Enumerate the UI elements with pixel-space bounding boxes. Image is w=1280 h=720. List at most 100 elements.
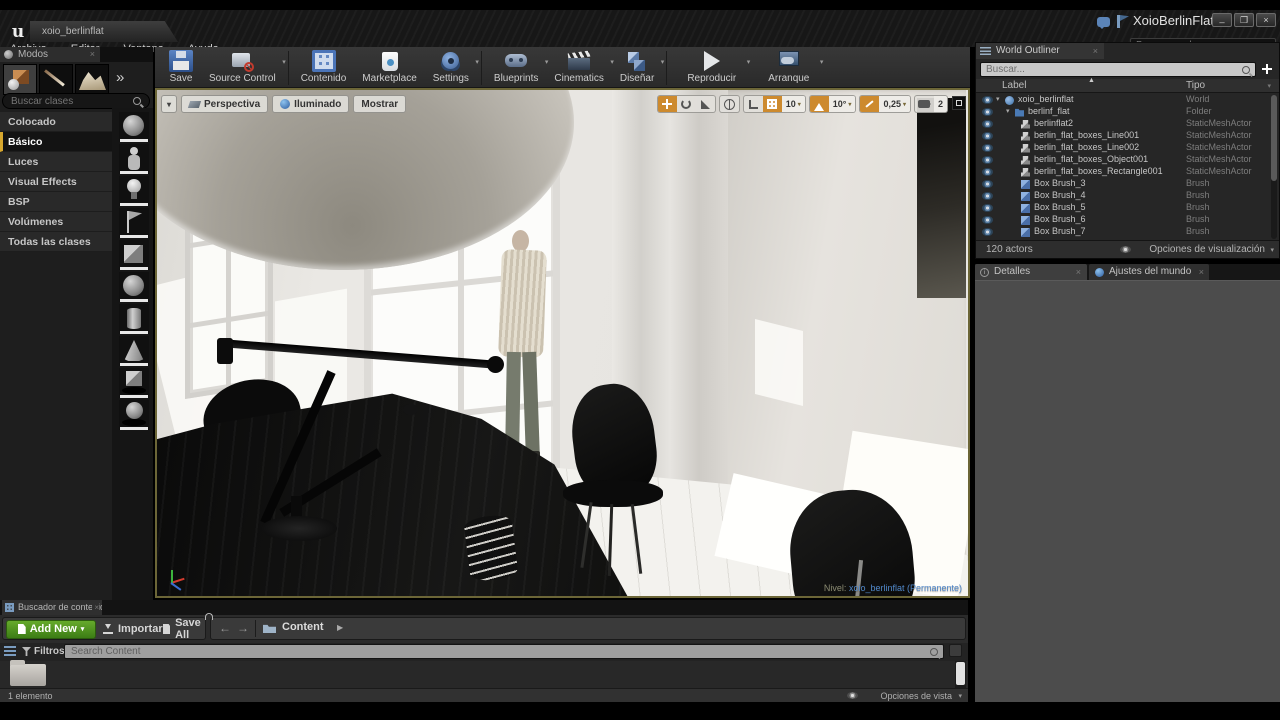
outliner-row[interactable]: berlinflat2 StaticMeshActor [976, 118, 1279, 130]
feedback-bubble-icon[interactable] [1097, 17, 1110, 29]
placement-cone[interactable] [119, 336, 149, 366]
row-label[interactable]: Box Brush_4 [1034, 190, 1086, 200]
placement-cube[interactable] [119, 240, 149, 270]
visibility-eye-icon[interactable] [982, 192, 993, 200]
column-type[interactable]: Tipo [1186, 80, 1205, 91]
add-actor-icon[interactable] [1262, 64, 1272, 74]
viewport-options-button[interactable]: ▾ [161, 95, 178, 113]
outliner-row[interactable]: Box Brush_7 Brush [976, 226, 1279, 238]
content-button[interactable]: Contenido [293, 49, 355, 87]
camera-speed-button[interactable] [915, 96, 934, 112]
cb-view-options[interactable]: Opciones de vista [880, 691, 952, 701]
dropdown-icon[interactable]: ▾ [820, 58, 824, 66]
outliner-row[interactable]: berlin_flat_boxes_Line001 StaticMeshActo… [976, 130, 1279, 142]
row-label[interactable]: berlinflat2 [1034, 118, 1073, 128]
visibility-eye-icon[interactable] [982, 144, 993, 152]
blueprints-button[interactable]: Blueprints ▾ [486, 49, 548, 87]
grid-snap-value[interactable]: 10 ▾ [781, 96, 805, 112]
category-bsp[interactable]: BSP [0, 192, 112, 212]
sort-asc-icon[interactable]: ▲ [1088, 77, 1095, 84]
placement-empty-actor[interactable] [119, 112, 149, 142]
perspective-button[interactable]: Perspectiva [181, 95, 269, 113]
visibility-eye-icon[interactable] [982, 108, 993, 116]
mode-paint-button[interactable] [39, 64, 73, 95]
visibility-eye-icon[interactable] [982, 228, 993, 236]
expander-icon[interactable]: ▾ [1006, 107, 1010, 115]
cb-scrollbar[interactable] [955, 661, 966, 688]
row-label[interactable]: berlin_flat_boxes_Line002 [1034, 142, 1139, 152]
maximize-viewport-button[interactable] [952, 96, 966, 110]
visibility-eye-icon[interactable] [982, 180, 993, 188]
import-button[interactable]: Importar [103, 618, 163, 640]
row-label[interactable]: Box Brush_7 [1034, 226, 1086, 236]
column-label[interactable]: Label [1002, 80, 1026, 91]
category-basic[interactable]: Básico [0, 132, 112, 152]
outliner-row[interactable]: ▾ xoio_berlinflat World [976, 94, 1279, 106]
placement-cylinder[interactable] [119, 304, 149, 334]
scrollbar-thumb[interactable] [956, 662, 965, 685]
cb-asset-area[interactable] [0, 660, 968, 688]
row-label[interactable]: berlinf_flat [1028, 106, 1070, 116]
show-button[interactable]: Mostrar [353, 95, 407, 113]
surface-snap-button[interactable] [744, 96, 763, 112]
cb-search-input[interactable] [65, 645, 943, 658]
save-all-button[interactable]: Save All [163, 617, 205, 641]
row-label[interactable]: berlin_flat_boxes_Rectangle001 [1034, 166, 1163, 176]
outliner-row[interactable]: berlin_flat_boxes_Rectangle001 StaticMes… [976, 166, 1279, 178]
content-browser-tab[interactable]: Buscador de contenido × [2, 600, 102, 615]
world-settings-tab[interactable]: Ajustes del mundo × [1089, 264, 1209, 280]
level-tab[interactable]: xoio_berlinflat [30, 21, 178, 42]
outliner-row[interactable]: Box Brush_6 Brush [976, 214, 1279, 226]
scrollbar-thumb[interactable] [1271, 95, 1277, 181]
viewport-scene[interactable]: Nivel: xoio_berlinflat (Permanente) ▾ Pe… [157, 90, 968, 596]
visibility-eye-icon[interactable] [982, 120, 993, 128]
rotation-snap-value[interactable]: 10° ▾ [828, 96, 856, 112]
source-control-button[interactable]: Source Control ▾ [201, 49, 286, 87]
visibility-eye-icon[interactable] [982, 132, 993, 140]
row-label[interactable]: berlin_flat_boxes_Object001 [1034, 154, 1148, 164]
save-button[interactable]: Save [161, 49, 201, 87]
category-lights[interactable]: Luces [0, 152, 112, 172]
dropdown-icon[interactable]: ▾ [282, 58, 286, 66]
close-button[interactable]: × [1256, 13, 1276, 27]
category-volumes[interactable]: Volúmenes [0, 212, 112, 232]
dropdown-icon[interactable]: ▾ [747, 58, 751, 66]
outliner-search-input[interactable] [981, 63, 1255, 76]
outliner-row[interactable]: berlin_flat_boxes_Object001 StaticMeshAc… [976, 154, 1279, 166]
outliner-scrollbar[interactable] [1271, 95, 1277, 239]
cinematics-button[interactable]: Cinematics ▾ [546, 49, 614, 87]
grid-snap-toggle[interactable] [762, 96, 782, 112]
placement-target-point[interactable] [119, 208, 149, 238]
placement-player-start[interactable] [119, 144, 149, 174]
world-space-button[interactable] [720, 96, 739, 112]
dropdown-icon[interactable]: ▾ [475, 58, 479, 66]
visibility-eye-icon[interactable] [982, 96, 993, 104]
breadcrumb-content[interactable]: Content [282, 621, 324, 633]
world-outliner-tab[interactable]: World Outliner × [976, 43, 1104, 59]
level-name[interactable]: xoio_berlinflat (Permanente) [849, 583, 962, 593]
placement-sphere-2[interactable] [119, 400, 149, 430]
row-label[interactable]: xoio_berlinflat [1018, 94, 1074, 104]
scale-snap-toggle[interactable] [860, 96, 880, 112]
placement-point-light[interactable] [119, 176, 149, 206]
outliner-row[interactable]: ▾ berlinf_flat Folder [976, 106, 1279, 118]
row-label[interactable]: Box Brush_6 [1034, 214, 1086, 224]
settings-button[interactable]: Settings ▾ [425, 49, 479, 87]
save-search-button[interactable] [949, 644, 962, 657]
modes-tab[interactable]: Modos × [0, 47, 100, 62]
row-label[interactable]: berlin_flat_boxes_Line001 [1034, 130, 1139, 140]
lit-mode-button[interactable]: Iluminado [272, 95, 350, 113]
scale-snap-value[interactable]: 0,25 ▾ [879, 96, 910, 112]
marketplace-button[interactable]: Marketplace [354, 49, 424, 87]
launch-button[interactable]: Arranque ▾ [752, 49, 825, 87]
outliner-row[interactable]: Box Brush_3 Brush [976, 178, 1279, 190]
close-icon[interactable]: × [92, 600, 99, 615]
rotation-snap-toggle[interactable] [809, 96, 829, 112]
chevron-expand-icon[interactable]: » [116, 69, 124, 86]
breadcrumb-arrow-icon[interactable]: ▶ [337, 623, 343, 632]
placement-box[interactable] [119, 368, 149, 398]
class-search-input[interactable] [3, 94, 149, 108]
mode-landscape-button[interactable] [75, 64, 109, 95]
outliner-row[interactable]: Box Brush_5 Brush [976, 202, 1279, 214]
visibility-eye-icon[interactable] [982, 168, 993, 176]
